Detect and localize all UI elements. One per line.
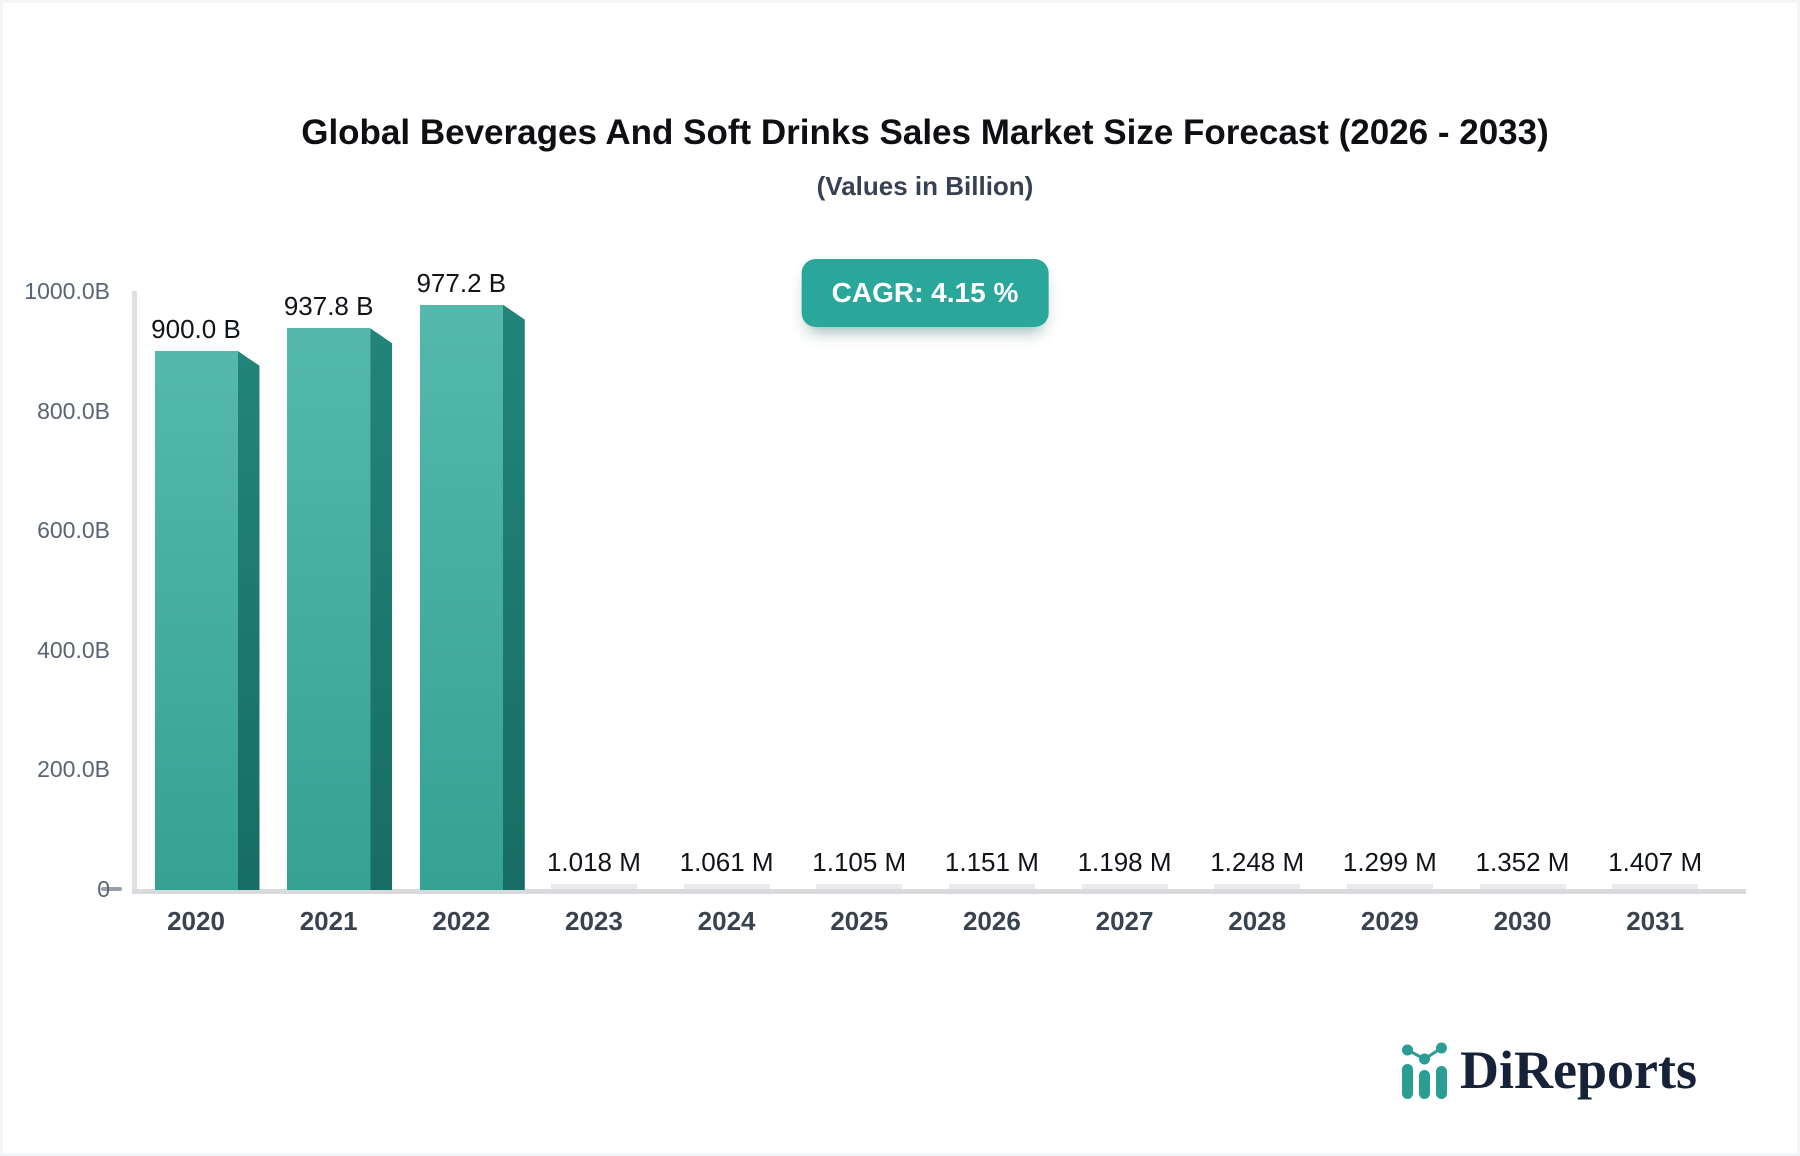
- y-axis-tick-label: 1000.0B: [3, 276, 110, 306]
- page-subtitle: (Values in Billion): [817, 171, 1034, 202]
- bar-face: [287, 328, 370, 890]
- y-axis-tick-label: 800.0B: [3, 396, 110, 426]
- bar-2026[interactable]: [949, 884, 1035, 889]
- bar-2028[interactable]: [1214, 884, 1300, 889]
- bar-side: [370, 328, 392, 890]
- logo-text: DiReports: [1460, 1043, 1697, 1097]
- bar-2023[interactable]: [551, 884, 637, 889]
- bar-line-chart-icon: [1398, 1039, 1450, 1101]
- bar-2030[interactable]: [1480, 884, 1566, 889]
- bar-value-label: 1.407 M: [1545, 846, 1765, 878]
- bar-2027[interactable]: [1082, 884, 1168, 889]
- direports-logo[interactable]: DiReports: [1398, 1039, 1697, 1101]
- y-axis-tick-label: 0: [3, 874, 110, 904]
- bar-2022[interactable]: [420, 305, 525, 890]
- bar-value-label: 977.2 B: [351, 267, 571, 299]
- y-axis-tick-label: 200.0B: [3, 754, 110, 784]
- bar-2024[interactable]: [684, 884, 770, 889]
- y-axis-tick-label: 400.0B: [3, 635, 110, 665]
- bar-face: [420, 305, 503, 890]
- page-title: Global Beverages And Soft Drinks Sales M…: [301, 113, 1549, 153]
- bar-2025[interactable]: [816, 884, 902, 889]
- chart-card: Global Beverages And Soft Drinks Sales M…: [3, 3, 1797, 1153]
- y-axis-line: [132, 291, 137, 894]
- bar-2031[interactable]: [1612, 884, 1698, 889]
- bar-2020[interactable]: [155, 351, 260, 890]
- x-axis-label: 2031: [1555, 905, 1755, 937]
- bar-side: [503, 305, 525, 890]
- y-axis-tick-label: 600.0B: [3, 515, 110, 545]
- chart-page: Global Beverages And Soft Drinks Sales M…: [0, 0, 1800, 1156]
- cagr-badge: CAGR: 4.15 %: [802, 259, 1049, 327]
- bar-2029[interactable]: [1347, 884, 1433, 889]
- bar-2021[interactable]: [287, 328, 392, 890]
- bar-side: [238, 351, 260, 890]
- bar-face: [155, 351, 238, 890]
